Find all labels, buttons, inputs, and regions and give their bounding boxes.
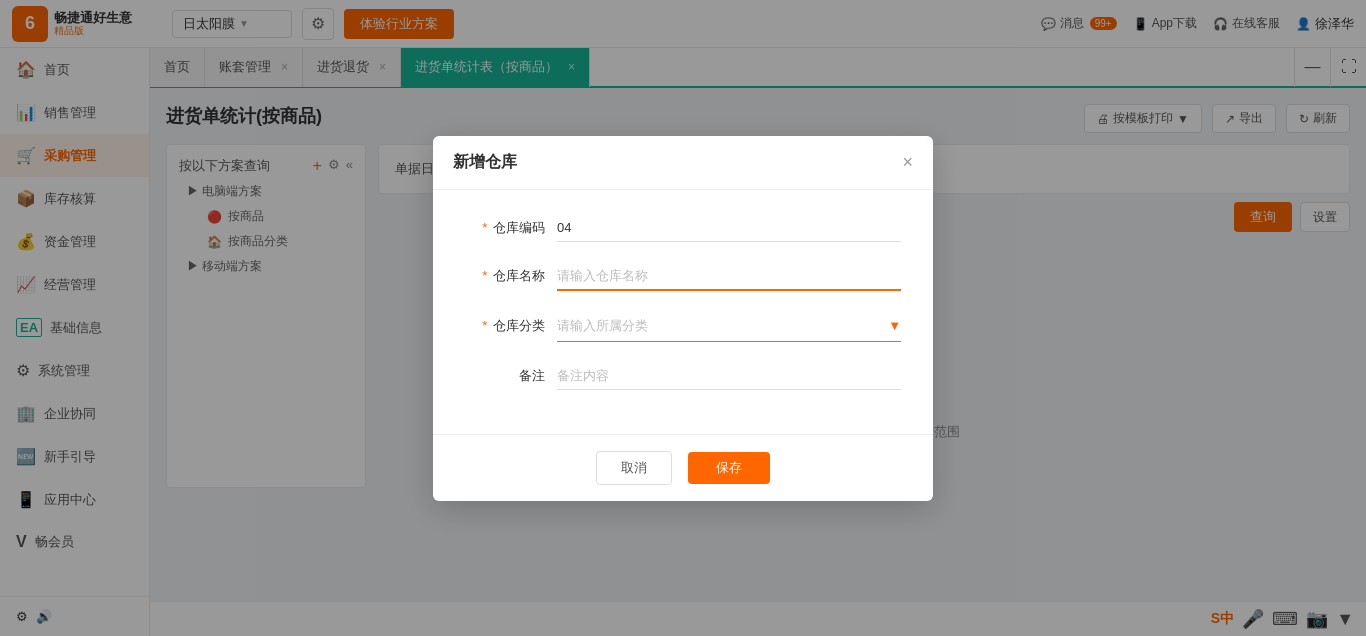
warehouse-name-input[interactable]	[557, 262, 901, 291]
required-mark: *	[482, 220, 487, 235]
required-mark: *	[482, 268, 487, 283]
warehouse-code-row: * 仓库编码	[465, 214, 901, 242]
cancel-button[interactable]: 取消	[596, 451, 672, 485]
modal-overlay[interactable]: 新增仓库 × * 仓库编码 * 仓库名称	[0, 0, 1366, 636]
modal-body: * 仓库编码 * 仓库名称 * 仓库分类 请输入	[433, 190, 933, 434]
modal-title: 新增仓库	[453, 152, 517, 173]
warehouse-category-select[interactable]: 请输入所属分类 ▼	[557, 311, 901, 342]
category-arrow-icon: ▼	[888, 318, 901, 333]
warehouse-category-row: * 仓库分类 请输入所属分类 ▼	[465, 311, 901, 342]
warehouse-code-label: * 仓库编码	[465, 219, 545, 237]
warehouse-name-label: * 仓库名称	[465, 267, 545, 285]
save-button[interactable]: 保存	[688, 452, 770, 484]
modal-footer: 取消 保存	[433, 434, 933, 501]
warehouse-note-label: 备注	[465, 367, 545, 385]
category-placeholder: 请输入所属分类	[557, 317, 648, 335]
warehouse-category-label: * 仓库分类	[465, 317, 545, 335]
warehouse-name-row: * 仓库名称	[465, 262, 901, 291]
modal-header: 新增仓库 ×	[433, 136, 933, 190]
modal-close-icon[interactable]: ×	[902, 152, 913, 173]
new-warehouse-modal: 新增仓库 × * 仓库编码 * 仓库名称	[433, 136, 933, 501]
required-mark: *	[482, 318, 487, 333]
warehouse-code-input[interactable]	[557, 214, 901, 242]
warehouse-note-row: 备注	[465, 362, 901, 390]
warehouse-note-input[interactable]	[557, 362, 901, 390]
